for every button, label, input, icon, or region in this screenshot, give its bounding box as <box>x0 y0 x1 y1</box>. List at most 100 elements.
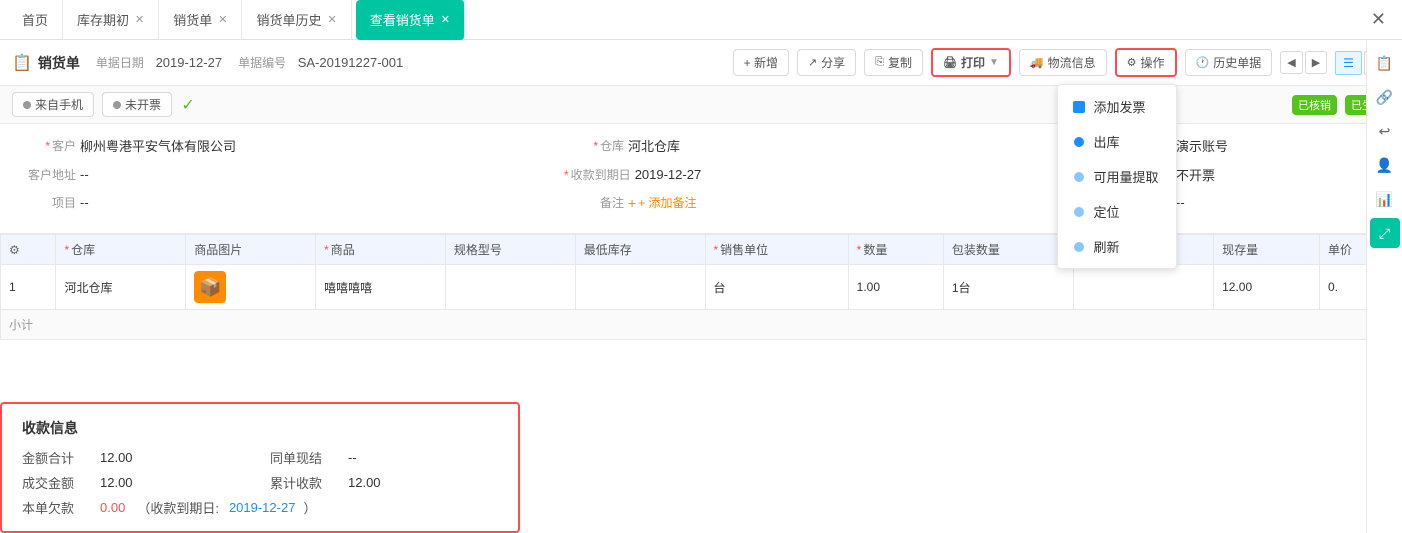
payment-section: 收款信息 金额合计 12.00 同单现结 -- 成交金额 12.00 累计收款 … <box>0 402 520 533</box>
sidebar-expand-icon[interactable]: ⤢ <box>1370 218 1400 248</box>
print-label: 打印 <box>961 54 985 71</box>
col-sales-unit: 销售单位 <box>705 235 848 265</box>
toolbar-row: 来自手机 未开票 ✓ 已核销 已生效 <box>0 86 1402 124</box>
data-table: ⚙ 仓库 商品图片 商品 规格型号 最低库存 销售单位 数量 包装数量 可用量 … <box>0 234 1402 340</box>
tab-home[interactable]: 首页 <box>8 0 63 40</box>
logistics-button[interactable]: 🚚 物流信息 <box>1019 49 1107 76</box>
col-product: 商品 <box>316 235 446 265</box>
staff-value: 演示账号 <box>1176 136 1228 155</box>
tab-sales-order[interactable]: 销货单 ✕ <box>159 0 242 40</box>
sidebar-doc-icon[interactable]: 📋 <box>1370 48 1400 78</box>
number-value: SA-20191227-001 <box>298 55 404 70</box>
cell-sales-unit: 台 <box>705 265 848 310</box>
dropdown-outbound[interactable]: 出库 <box>1058 124 1176 159</box>
share-button[interactable]: ↗ 分享 <box>797 49 856 76</box>
sidebar-chart-icon[interactable]: 📊 <box>1370 184 1400 214</box>
print-button[interactable]: 🖨 打印 ▼ <box>931 48 1011 77</box>
refresh-label: 刷新 <box>1094 237 1120 256</box>
operate-label: 操作 <box>1141 54 1165 71</box>
cumulative-value: 12.00 <box>348 475 381 490</box>
subtotal-cell: 小计 <box>1 310 1402 340</box>
tab-history-close[interactable]: ✕ <box>328 13 337 26</box>
history-button[interactable]: 🕐 历史单据 <box>1185 49 1273 76</box>
doc-meta: 单据日期 2019-12-27 单据编号 SA-20191227-001 <box>96 54 403 71</box>
copy-button[interactable]: ⎘ 复制 <box>864 49 923 76</box>
cell-product: 嘻嘻嘻嘻 <box>316 265 446 310</box>
transaction-row: 成交金额 12.00 <box>22 473 250 492</box>
add-invoice-label: 添加发票 <box>1094 97 1146 116</box>
total-row: 金额合计 12.00 <box>22 448 250 467</box>
doc-title-area: 📋 销货单 <box>12 53 80 73</box>
next-arrow[interactable]: ▶ <box>1305 51 1327 74</box>
share-label: 分享 <box>821 54 845 71</box>
not-open-ticket-btn[interactable]: 未开票 <box>102 92 172 117</box>
tab-sales-history[interactable]: 销货单历史 ✕ <box>242 0 351 40</box>
form-row-3: 项目 -- 备注 + + 添加备注 业务员孟 -- <box>16 194 1386 211</box>
col-image: 商品图片 <box>186 235 316 265</box>
tab-inventory-close[interactable]: ✕ <box>135 13 144 26</box>
date-label: 单据日期 <box>96 56 144 70</box>
col-min-stock: 最低库存 <box>575 235 705 265</box>
from-phone-btn[interactable]: 来自手机 <box>12 92 94 117</box>
table-header-row: ⚙ 仓库 商品图片 商品 规格型号 最低库存 销售单位 数量 包装数量 可用量 … <box>1 235 1402 265</box>
form-area: 客户 柳州粤港平安气体有限公司 仓库 河北仓库 业务员 演示账号 客户地址 -- <box>0 124 1402 234</box>
operate-dropdown: 添加发票 出库 可用量提取 <box>1057 84 1177 269</box>
prev-arrow[interactable]: ◀ <box>1280 51 1302 74</box>
tab-view-close[interactable]: ✕ <box>441 13 450 26</box>
cell-warehouse: 河北仓库 <box>56 265 186 310</box>
history-label: 历史单据 <box>1213 54 1261 71</box>
window-close-button[interactable]: ✕ <box>1363 9 1394 30</box>
dropdown-add-invoice[interactable]: 添加发票 <box>1058 89 1176 124</box>
cell-row-num: 1 <box>1 265 56 310</box>
not-open-label: 未开票 <box>125 96 161 113</box>
add-note-btn[interactable]: + + 添加备注 <box>628 194 697 211</box>
new-label: + 新增 <box>744 54 778 71</box>
sidebar-user-icon[interactable]: 👤 <box>1370 150 1400 180</box>
warehouse-field: 仓库 河北仓库 <box>564 136 1112 155</box>
operate-button[interactable]: ⚙ 操作 <box>1115 48 1177 77</box>
new-button[interactable]: + 新增 <box>733 49 789 76</box>
tab-sales-close[interactable]: ✕ <box>218 13 227 26</box>
settings-icon[interactable]: ⚙ <box>9 243 20 257</box>
settlement-value: -- <box>348 450 357 465</box>
cell-pack-qty: 1台 <box>943 265 1073 310</box>
transaction-label: 成交金额 <box>22 473 92 492</box>
total-value: 12.00 <box>100 450 133 465</box>
dropdown-refresh[interactable]: 刷新 <box>1058 229 1176 264</box>
payment-date-field: 收款到期日 2019-12-27 <box>564 166 1112 183</box>
project-value: -- <box>80 195 89 210</box>
dropdown-locate[interactable]: 定位 <box>1058 194 1176 229</box>
payment-grid: 金额合计 12.00 同单现结 -- 成交金额 12.00 累计收款 12.00 <box>22 448 498 517</box>
cell-image: 📦 <box>186 265 316 310</box>
subtotal-label: 小计 <box>9 318 33 332</box>
address-label: 客户地址 <box>16 166 76 183</box>
due-date-value: 2019-12-27 <box>229 500 296 515</box>
sidebar-return-icon[interactable]: ↩ <box>1370 116 1400 146</box>
tab-inventory-init[interactable]: 库存期初 ✕ <box>63 0 159 40</box>
col-warehouse: 仓库 <box>56 235 186 265</box>
right-sidebar: 📋 🔗 ↩ 👤 📊 ⤢ <box>1366 40 1402 533</box>
customer-value: 柳州粤港平安气体有限公司 <box>80 136 236 155</box>
logistics-label: 物流信息 <box>1048 54 1096 71</box>
cell-quantity: 1.00 <box>848 265 943 310</box>
product-image: 📦 <box>194 271 226 303</box>
settlement-row: 同单现结 -- <box>270 448 498 467</box>
salesperson-value: -- <box>1176 195 1185 210</box>
operate-container: ⚙ 操作 添加发票 <box>1115 48 1177 77</box>
phone-dot <box>23 101 31 109</box>
tab-view-sales[interactable]: 查看销货单 ✕ <box>356 0 465 40</box>
copy-label: 复制 <box>888 54 912 71</box>
view-list-btn[interactable]: ☰ <box>1335 51 1362 75</box>
note-field: 备注 + + 添加备注 <box>564 194 1112 211</box>
tab-history-label: 销货单历史 <box>256 10 321 29</box>
add-invoice-icon <box>1072 100 1086 114</box>
dropdown-available-extract[interactable]: 可用量提取 <box>1058 159 1176 194</box>
add-note-label: + 添加备注 <box>638 194 696 211</box>
refresh-icon <box>1072 240 1086 254</box>
tab-bar: 首页 库存期初 ✕ 销货单 ✕ 销货单历史 ✕ 查看销货单 ✕ ✕ <box>0 0 1402 40</box>
arrears-label: 本单欠款 <box>22 498 92 517</box>
sold-badge: 已核销 <box>1292 95 1337 115</box>
outbound-label: 出库 <box>1094 132 1120 151</box>
doc-title: 销货单 <box>38 53 80 73</box>
sidebar-link-icon[interactable]: 🔗 <box>1370 82 1400 112</box>
